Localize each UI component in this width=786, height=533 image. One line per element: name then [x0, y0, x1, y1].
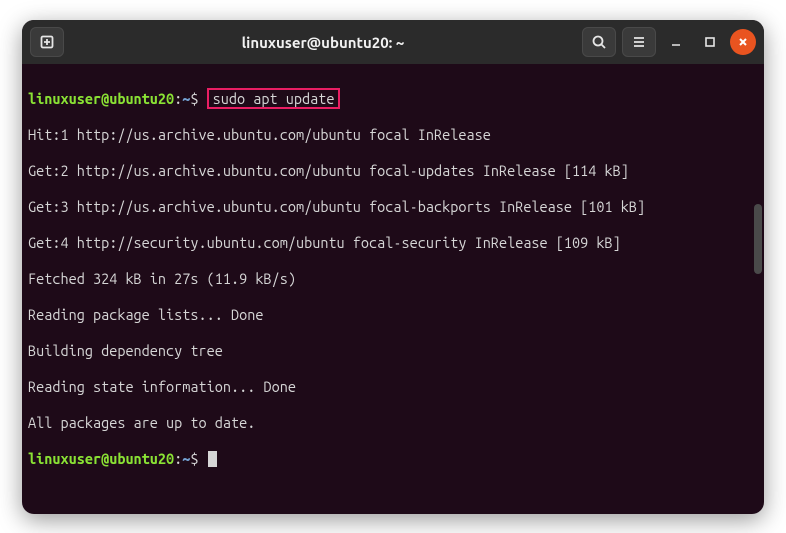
output-line: Hit:1 http://us.archive.ubuntu.com/ubunt…	[28, 126, 758, 144]
output-line: All packages are up to date.	[28, 414, 758, 432]
prompt-symbol: $	[190, 90, 198, 107]
output-line: Fetched 324 kB in 27s (11.9 kB/s)	[28, 270, 758, 288]
cursor	[208, 451, 217, 467]
prompt-user-host: linuxuser@ubuntu20	[28, 450, 174, 467]
scrollbar-track[interactable]	[754, 72, 762, 502]
terminal-body[interactable]: linuxuser@ubuntu20:~$ sudo apt update Hi…	[22, 64, 764, 514]
new-tab-button[interactable]	[30, 27, 64, 57]
close-button[interactable]	[730, 29, 756, 55]
output-line: Get:3 http://us.archive.ubuntu.com/ubunt…	[28, 198, 758, 216]
prompt-line-1: linuxuser@ubuntu20:~$ sudo apt update	[28, 90, 758, 108]
hamburger-icon	[631, 34, 647, 50]
scrollbar-thumb[interactable]	[754, 204, 762, 274]
new-tab-icon	[39, 34, 55, 50]
output-line: Reading state information... Done	[28, 378, 758, 396]
search-icon	[591, 34, 607, 50]
prompt-symbol: $	[190, 450, 198, 467]
search-button[interactable]	[582, 27, 616, 57]
minimize-button[interactable]	[662, 28, 690, 56]
maximize-button[interactable]	[696, 28, 724, 56]
close-icon	[737, 36, 749, 48]
highlighted-command: sudo apt update	[207, 88, 341, 109]
output-line: Get:2 http://us.archive.ubuntu.com/ubunt…	[28, 162, 758, 180]
maximize-icon	[703, 35, 717, 49]
output-line: Building dependency tree	[28, 342, 758, 360]
titlebar: linuxuser@ubuntu20: ~	[22, 20, 764, 64]
output-line: Get:4 http://security.ubuntu.com/ubuntu …	[28, 234, 758, 252]
terminal-window: linuxuser@ubuntu20: ~	[22, 20, 764, 514]
prompt-line-2: linuxuser@ubuntu20:~$	[28, 450, 758, 468]
output-line: Reading package lists... Done	[28, 306, 758, 324]
window-title: linuxuser@ubuntu20: ~	[72, 34, 574, 51]
minimize-icon	[669, 35, 683, 49]
titlebar-right-group	[582, 27, 756, 57]
menu-button[interactable]	[622, 27, 656, 57]
prompt-user-host: linuxuser@ubuntu20	[28, 90, 174, 107]
